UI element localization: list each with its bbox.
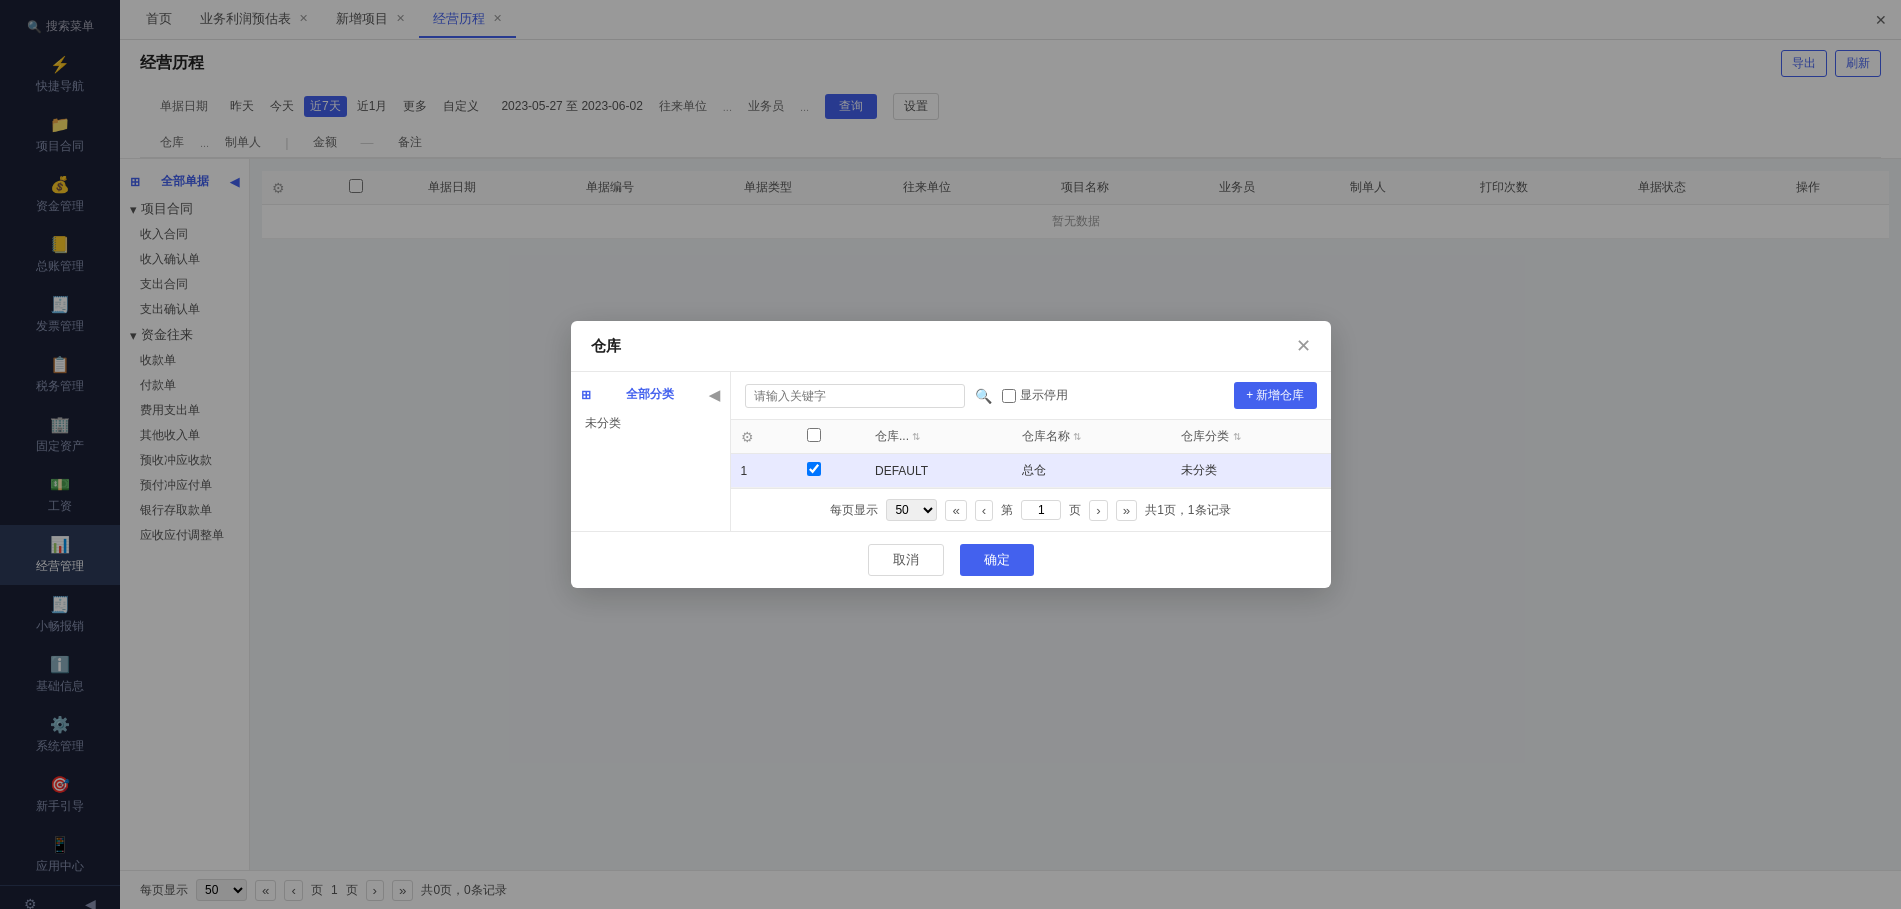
- sort-icon-name[interactable]: ⇅: [1073, 431, 1081, 442]
- modal-toolbar: 🔍 显示停用 + 新增仓库: [731, 372, 1331, 420]
- modal-tree-collapse-icon[interactable]: ◀: [709, 387, 720, 403]
- sort-icon-code[interactable]: ⇅: [912, 431, 920, 442]
- cancel-button[interactable]: 取消: [868, 544, 944, 576]
- modal-page-label: 第: [1001, 502, 1013, 519]
- modal-body: ⊞ 全部分类 ◀ 未分类 🔍 显示停用 + 新增仓库: [571, 372, 1331, 531]
- modal-search-input[interactable]: [745, 384, 965, 408]
- modal-table-row[interactable]: 1 DEFAULT 总仓 未分类: [731, 454, 1331, 488]
- modal-tree-item-uncategorized[interactable]: 未分类: [571, 409, 730, 438]
- modal-row-code: DEFAULT: [865, 454, 1012, 488]
- modal-row-checkbox-cell[interactable]: [797, 454, 865, 488]
- modal-col-checkbox[interactable]: [797, 420, 865, 454]
- modal-tree-header[interactable]: ⊞ 全部分类 ◀: [571, 380, 730, 409]
- modal-close-button[interactable]: ✕: [1296, 335, 1311, 357]
- modal-select-all[interactable]: [807, 428, 821, 442]
- modal-right-content: 🔍 显示停用 + 新增仓库 ⚙: [731, 372, 1331, 531]
- modal-search-button[interactable]: 🔍: [975, 388, 992, 404]
- modal-col-category: 仓库分类 ⇅: [1171, 420, 1330, 454]
- modal-pagination: 每页显示 50 100 « ‹ 第 页 › » 共1页，1条记录: [731, 488, 1331, 531]
- add-warehouse-button[interactable]: + 新增仓库: [1234, 382, 1316, 409]
- show-disabled-checkbox[interactable]: [1002, 389, 1016, 403]
- modal-page-suffix: 页: [1069, 502, 1081, 519]
- modal-page-input[interactable]: [1021, 500, 1061, 520]
- modal-table-wrap: ⚙ 仓库... ⇅ 仓库名称 ⇅ 仓库分类 ⇅: [731, 420, 1331, 488]
- confirm-button[interactable]: 确定: [960, 544, 1034, 576]
- modal-col-name: 仓库名称 ⇅: [1012, 420, 1171, 454]
- modal-title: 仓库: [591, 337, 621, 356]
- grid-icon-modal: ⊞: [581, 388, 591, 402]
- modal-last-page[interactable]: »: [1116, 500, 1137, 521]
- modal-header: 仓库 ✕: [571, 321, 1331, 372]
- modal-row-index: 1: [731, 454, 797, 488]
- modal-row-checkbox[interactable]: [807, 462, 821, 476]
- modal-col-code: 仓库... ⇅: [865, 420, 1012, 454]
- show-disabled-text: 显示停用: [1020, 387, 1068, 404]
- modal-tree: ⊞ 全部分类 ◀ 未分类: [571, 372, 731, 531]
- modal-tree-header-label: 全部分类: [626, 386, 674, 403]
- show-disabled-label[interactable]: 显示停用: [1002, 387, 1068, 404]
- modal-next-page[interactable]: ›: [1089, 500, 1107, 521]
- modal-footer: 取消 确定: [571, 531, 1331, 588]
- sort-icon-category[interactable]: ⇅: [1233, 431, 1241, 442]
- modal-per-page-label: 每页显示: [830, 502, 878, 519]
- modal-total: 共1页，1条记录: [1145, 502, 1230, 519]
- modal-row-name: 总仓: [1012, 454, 1171, 488]
- modal-first-page[interactable]: «: [945, 500, 966, 521]
- modal-prev-page[interactable]: ‹: [975, 500, 993, 521]
- modal-per-page-select[interactable]: 50 100: [886, 499, 937, 521]
- modal-col-gear[interactable]: ⚙: [731, 420, 797, 454]
- modal-row-category: 未分类: [1171, 454, 1330, 488]
- warehouse-modal: 仓库 ✕ ⊞ 全部分类 ◀ 未分类 🔍: [571, 321, 1331, 588]
- modal-table: ⚙ 仓库... ⇅ 仓库名称 ⇅ 仓库分类 ⇅: [731, 420, 1331, 488]
- modal-gear-icon[interactable]: ⚙: [741, 429, 754, 445]
- modal-overlay: 仓库 ✕ ⊞ 全部分类 ◀ 未分类 🔍: [0, 0, 1901, 909]
- modal-table-header-row: ⚙ 仓库... ⇅ 仓库名称 ⇅ 仓库分类 ⇅: [731, 420, 1331, 454]
